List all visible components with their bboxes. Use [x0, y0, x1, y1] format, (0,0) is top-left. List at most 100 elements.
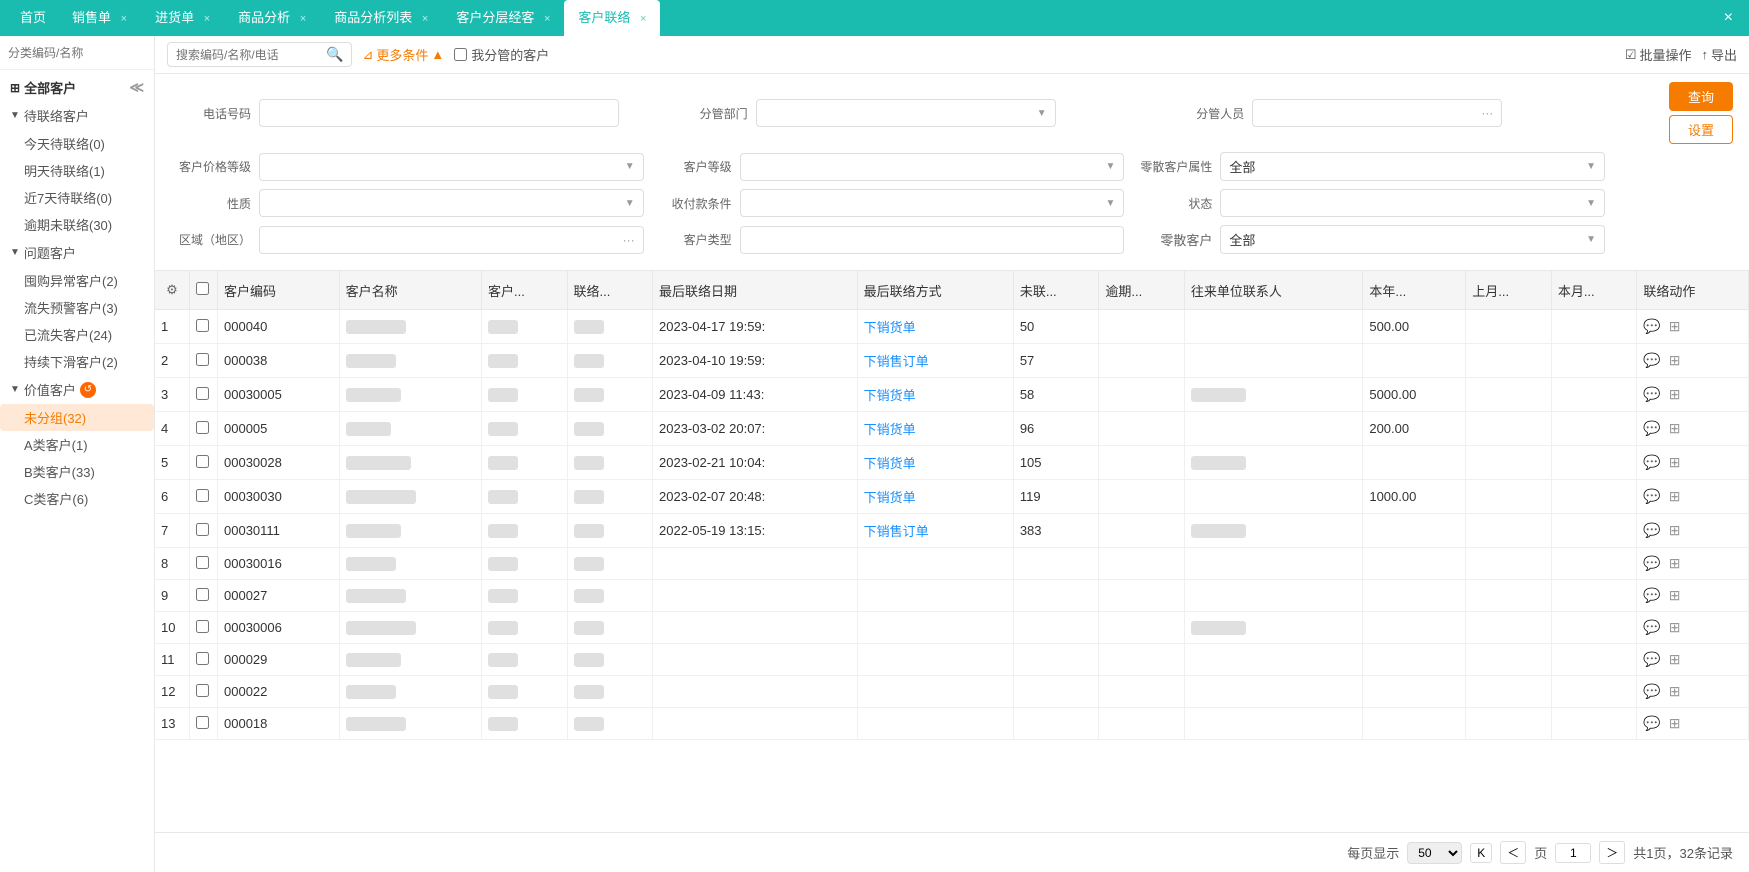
last-contact-date-col-header[interactable]: 最后联络日期 [653, 271, 858, 310]
search-input[interactable] [176, 48, 326, 62]
grid-action-icon[interactable]: ⊞ [1669, 619, 1681, 636]
sidebar-group-value-customers[interactable]: ▼ 价值客户 ↺ [0, 375, 154, 404]
retail-attr-select[interactable]: 全部 ▼ [1220, 152, 1605, 181]
chat-icon[interactable]: 💬 [1643, 683, 1660, 700]
contact-method-link[interactable]: 下销货单 [864, 388, 916, 403]
export-button[interactable]: ↑ 导出 [1701, 45, 1737, 64]
sidebar-item-declining[interactable]: 持续下滑客户(2) [0, 348, 154, 375]
page-number-input[interactable] [1555, 843, 1591, 863]
grid-action-icon[interactable]: ⊞ [1669, 555, 1681, 572]
close-customer-segmentation-icon[interactable]: × [544, 13, 550, 25]
prev-page-button[interactable]: ＜ [1500, 841, 1526, 864]
grid-action-icon[interactable]: ⊞ [1669, 651, 1681, 668]
row-checkbox[interactable] [190, 708, 218, 740]
action-col-header[interactable]: 联络动作 [1637, 271, 1749, 310]
nature-select[interactable]: ▼ [259, 189, 644, 217]
more-conditions-button[interactable]: ⊿ 更多条件 ▲ [362, 45, 444, 64]
row-checkbox[interactable] [190, 548, 218, 580]
close-purchase-order-icon[interactable]: × [204, 13, 210, 25]
name-col-header[interactable]: 客户名称 [339, 271, 481, 310]
grid-action-icon[interactable]: ⊞ [1669, 488, 1681, 505]
chat-icon[interactable]: 💬 [1643, 715, 1660, 732]
chat-icon[interactable]: 💬 [1643, 386, 1660, 403]
row-checkbox[interactable] [190, 310, 218, 344]
phone-input[interactable] [259, 99, 619, 127]
batch-operation-button[interactable]: ☑ 批量操作 [1625, 45, 1692, 64]
next-page-button[interactable]: ＞ [1599, 841, 1625, 864]
close-sales-order-icon[interactable]: × [121, 13, 127, 25]
sidebar-item-abnormal-purchase[interactable]: 囤购异常客户(2) [0, 267, 154, 294]
chat-icon[interactable]: 💬 [1643, 651, 1660, 668]
first-page-button[interactable]: K [1470, 843, 1492, 863]
tab-customer-contact[interactable]: 客户联络 × [564, 0, 660, 36]
tab-product-analysis-list[interactable]: 商品分析列表 × [320, 0, 442, 36]
query-button[interactable]: 查询 [1669, 82, 1733, 111]
type-col-header[interactable]: 客户... [481, 271, 567, 310]
tab-customer-segmentation[interactable]: 客户分层经客 × [442, 0, 564, 36]
sidebar-item-7days-pending[interactable]: 近7天待联络(0) [0, 184, 154, 211]
retail-customer-select[interactable]: 全部 ▼ [1220, 225, 1605, 254]
contact-method-link[interactable]: 下销货单 [864, 456, 916, 471]
close-customer-contact-icon[interactable]: × [640, 13, 646, 25]
row-checkbox[interactable] [190, 378, 218, 412]
my-customers-toggle[interactable]: 我分管的客户 [454, 45, 549, 64]
close-product-analysis-list-icon[interactable]: × [422, 13, 428, 25]
grid-action-icon[interactable]: ⊞ [1669, 352, 1681, 369]
grid-action-icon[interactable]: ⊞ [1669, 683, 1681, 700]
sidebar-item-churned[interactable]: 已流失客户(24) [0, 321, 154, 348]
page-size-select[interactable]: 50 100 200 [1407, 842, 1462, 864]
sidebar-item-overdue-contact[interactable]: 逾期未联络(30) [0, 211, 154, 238]
chat-icon[interactable]: 💬 [1643, 420, 1660, 437]
contact-method-link[interactable]: 下销货单 [864, 422, 916, 437]
uncontacted-col-header[interactable]: 未联... [1013, 271, 1099, 310]
row-checkbox[interactable] [190, 344, 218, 378]
manager-input[interactable]: ··· [1252, 99, 1502, 127]
all-customers-header[interactable]: ⊞ 全部客户 ≪ [0, 70, 154, 101]
row-checkbox[interactable] [190, 612, 218, 644]
chat-icon[interactable]: 💬 [1643, 619, 1660, 636]
last-contact-method-col-header[interactable]: 最后联络方式 [857, 271, 1013, 310]
select-all-checkbox[interactable] [196, 282, 209, 295]
my-customers-checkbox[interactable] [454, 48, 467, 61]
settings-icon[interactable]: ⚙ [161, 279, 183, 301]
chat-icon[interactable]: 💬 [1643, 488, 1660, 505]
grid-action-icon[interactable]: ⊞ [1669, 587, 1681, 604]
this-year-col-header[interactable]: 本年... [1363, 271, 1466, 310]
chat-icon[interactable]: 💬 [1643, 522, 1660, 539]
reset-button[interactable]: 设置 [1669, 115, 1733, 144]
row-checkbox[interactable] [190, 480, 218, 514]
checkbox-col-header[interactable] [190, 271, 218, 310]
sidebar-item-churn-warning[interactable]: 流失预警客户(3) [0, 294, 154, 321]
window-close-icon[interactable]: × [1716, 9, 1741, 27]
code-col-header[interactable]: 客户编码 [218, 271, 340, 310]
sidebar-item-ungrouped[interactable]: 未分组(32) [0, 404, 154, 431]
contact-method-link[interactable]: 下销售订单 [864, 354, 929, 369]
region-input[interactable]: ··· [259, 226, 644, 254]
sidebar-item-tomorrow-pending[interactable]: 明天待联络(1) [0, 157, 154, 184]
sidebar-item-class-a[interactable]: A类客户(1) [0, 431, 154, 458]
sidebar-group-pending-contact[interactable]: ▼ 待联络客户 [0, 101, 154, 130]
tab-product-analysis[interactable]: 商品分析 × [224, 0, 320, 36]
overdue-col-header[interactable]: 逾期... [1099, 271, 1185, 310]
chat-icon[interactable]: 💬 [1643, 454, 1660, 471]
contact-method-link[interactable]: 下销货单 [864, 490, 916, 505]
settings-col-header[interactable]: ⚙ [155, 271, 190, 310]
refresh-icon[interactable]: ↺ [80, 382, 96, 398]
sidebar-item-class-c[interactable]: C类客户(6) [0, 485, 154, 512]
sidebar-collapse-icon[interactable]: ≪ [129, 79, 144, 96]
grid-action-icon[interactable]: ⊞ [1669, 318, 1681, 335]
search-icon[interactable]: 🔍 [326, 46, 343, 63]
last-month-col-header[interactable]: 上月... [1466, 271, 1552, 310]
row-checkbox[interactable] [190, 580, 218, 612]
grid-action-icon[interactable]: ⊞ [1669, 454, 1681, 471]
contact-col-header[interactable]: 联络... [567, 271, 653, 310]
row-checkbox[interactable] [190, 514, 218, 548]
tab-sales-order[interactable]: 销售单 × [58, 0, 141, 36]
close-product-analysis-icon[interactable]: × [300, 13, 306, 25]
chat-icon[interactable]: 💬 [1643, 318, 1660, 335]
grid-action-icon[interactable]: ⊞ [1669, 386, 1681, 403]
tab-purchase-order[interactable]: 进货单 × [141, 0, 224, 36]
department-select[interactable]: ▼ [756, 99, 1056, 127]
chat-icon[interactable]: 💬 [1643, 555, 1660, 572]
payment-select[interactable]: ▼ [740, 189, 1125, 217]
